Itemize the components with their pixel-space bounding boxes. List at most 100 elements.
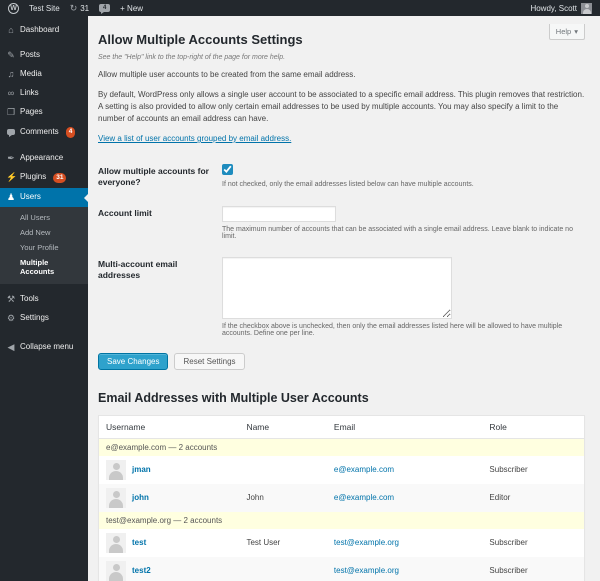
sidebar-item-users[interactable]: ♟ Users xyxy=(0,188,88,207)
main-content: Allow Multiple Accounts Settings Help ▾ … xyxy=(88,16,600,581)
users-submenu: All Users Add New Your Profile Multiple … xyxy=(0,207,88,284)
avatar xyxy=(106,532,126,553)
account-limit-description: The maximum number of accounts that can … xyxy=(222,225,573,240)
admin-bar: W Test Site ↻ 31 4 + New Howdy, Scott xyxy=(0,0,600,16)
sidebar-item-dashboard[interactable]: ⌂ Dashboard xyxy=(0,21,88,40)
sidebar-item-label: Links xyxy=(20,88,39,98)
sidebar-item-label: Settings xyxy=(20,313,49,323)
role-cell: Subscriber xyxy=(489,465,528,475)
name-cell xyxy=(239,556,327,581)
allow-everyone-description: If not checked, only the email addresses… xyxy=(222,181,474,188)
save-changes-button[interactable]: Save Changes xyxy=(98,352,169,370)
email-group-label: test@example.org — 2 accounts xyxy=(98,511,585,529)
email-group-row: e@example.com — 2 accounts xyxy=(98,438,585,456)
sidebar-item-label: Plugins xyxy=(20,172,47,182)
sidebar-item-label: Pages xyxy=(20,107,43,117)
sidebar-item-label: Comments xyxy=(20,126,59,136)
allow-everyone-label: Allow multiple accounts for everyone? xyxy=(98,166,209,188)
sidebar-item-label: Posts xyxy=(20,50,41,60)
table-row: john John e@example.com Editor xyxy=(98,483,585,512)
sidebar-subitem-all-users[interactable]: All Users xyxy=(0,210,88,225)
sidebar-item-links[interactable]: ∞ Links xyxy=(0,84,88,103)
comments-indicator[interactable]: 4 xyxy=(99,4,111,14)
sidebar-item-appearance[interactable]: ✒ Appearance xyxy=(0,149,88,168)
updates-indicator[interactable]: ↻ 31 xyxy=(69,2,90,13)
col-header-email: Email xyxy=(326,415,483,439)
username-link[interactable]: jman xyxy=(132,465,151,474)
account-menu[interactable]: Howdy, Scott xyxy=(530,4,577,13)
sidebar-item-settings[interactable]: ⚙ Settings xyxy=(0,309,88,328)
page-title: Allow Multiple Accounts Settings xyxy=(98,32,303,47)
col-header-name: Name xyxy=(239,415,327,439)
new-label: + New xyxy=(120,3,144,13)
sidebar-item-plugins[interactable]: ⚡ Plugins 31 xyxy=(0,168,88,189)
avatar xyxy=(106,487,126,508)
username-link[interactable]: test2 xyxy=(132,566,151,575)
sidebar-item-media[interactable]: ♫ Media xyxy=(0,65,88,84)
table-header-row: Username Name Email Role xyxy=(98,415,585,439)
sidebar-item-tools[interactable]: ⚒ Tools xyxy=(0,290,88,309)
collapse-menu-button[interactable]: ◀ Collapse menu xyxy=(0,338,88,357)
email-addresses-textarea[interactable] xyxy=(222,256,452,319)
account-limit-input[interactable] xyxy=(222,205,336,222)
name-cell: John xyxy=(239,483,327,512)
sidebar-item-posts[interactable]: ✎ Posts xyxy=(0,46,88,65)
email-link[interactable]: e@example.com xyxy=(334,465,394,474)
help-note: See the "Help" link to the top-right of … xyxy=(98,54,286,61)
sidebar-item-label: Dashboard xyxy=(20,25,60,35)
pages-icon: ❐ xyxy=(6,107,16,117)
name-cell xyxy=(239,456,326,484)
plugins-icon: ⚡ xyxy=(6,172,18,183)
wordpress-logo-icon: W xyxy=(8,2,19,14)
email-link[interactable]: e@example.com xyxy=(334,493,394,502)
wordpress-logo[interactable]: W xyxy=(8,2,19,14)
sidebar-item-pages[interactable]: ❐ Pages xyxy=(0,103,88,122)
view-accounts-link[interactable]: View a list of user accounts grouped by … xyxy=(98,134,291,143)
sidebar-subitem-multiple-accounts[interactable]: Multiple Accounts xyxy=(0,255,88,279)
sidebar-item-label: Media xyxy=(20,69,42,79)
email-addresses-label: Multi-account email addresses xyxy=(98,258,178,281)
site-name-link[interactable]: Test Site xyxy=(29,4,60,13)
email-addresses-description: If the checkbox above is unchecked, then… xyxy=(222,322,563,337)
table-row: test2 test@example.org Subscriber xyxy=(98,556,585,581)
account-limit-label: Account limit xyxy=(98,207,152,218)
email-link[interactable]: test@example.org xyxy=(334,566,399,575)
email-link[interactable]: test@example.org xyxy=(334,538,399,547)
tools-icon: ⚒ xyxy=(6,294,16,304)
table-row: test Test User test@example.org Subscrib… xyxy=(99,529,585,557)
avatar xyxy=(106,560,126,581)
plugin-description: By default, WordPress only allows a sing… xyxy=(98,90,585,123)
username-link[interactable]: test xyxy=(132,538,146,547)
links-icon: ∞ xyxy=(7,88,15,98)
comments-icon xyxy=(6,128,16,137)
col-header-username: Username xyxy=(98,415,240,439)
help-button[interactable]: Help ▾ xyxy=(548,24,585,40)
help-label: Help xyxy=(555,27,572,36)
settings-form: Allow multiple accounts for everyone? If… xyxy=(98,164,585,337)
sidebar-item-comments[interactable]: Comments 4 xyxy=(0,122,88,143)
howdy-label: Howdy, Scott xyxy=(530,3,577,13)
collapse-icon: ◀ xyxy=(7,342,15,352)
accounts-table: Username Name Email Role e@example.com —… xyxy=(98,414,585,581)
chevron-down-icon: ▾ xyxy=(574,27,578,36)
sidebar-subitem-your-profile[interactable]: Your Profile xyxy=(0,240,88,255)
admin-sidebar: ⌂ Dashboard ✎ Posts ♫ Media ∞ Links ❐ Pa… xyxy=(0,16,88,581)
site-name-label: Test Site xyxy=(29,3,60,13)
sidebar-subitem-add-new[interactable]: Add New xyxy=(0,225,88,240)
updates-count: 31 xyxy=(80,3,90,13)
allow-everyone-checkbox[interactable] xyxy=(222,164,233,175)
role-cell: Subscriber xyxy=(482,556,585,581)
user-avatar[interactable] xyxy=(581,2,592,14)
username-link[interactable]: john xyxy=(132,493,149,502)
name-cell: Test User xyxy=(246,538,281,548)
reset-settings-button[interactable]: Reset Settings xyxy=(174,352,245,370)
email-group-label: e@example.com — 2 accounts xyxy=(98,438,585,456)
table-row: jman e@example.com Subscriber xyxy=(99,456,585,484)
new-content-button[interactable]: + New xyxy=(120,4,143,13)
sidebar-item-label: Appearance xyxy=(20,152,64,162)
role-cell: Subscriber xyxy=(489,538,528,548)
media-icon: ♫ xyxy=(7,69,15,79)
accounts-table-title: Email Addresses with Multiple User Accou… xyxy=(98,390,369,405)
email-group-row: test@example.org — 2 accounts xyxy=(98,511,585,529)
updates-icon: ↻ xyxy=(69,2,78,13)
